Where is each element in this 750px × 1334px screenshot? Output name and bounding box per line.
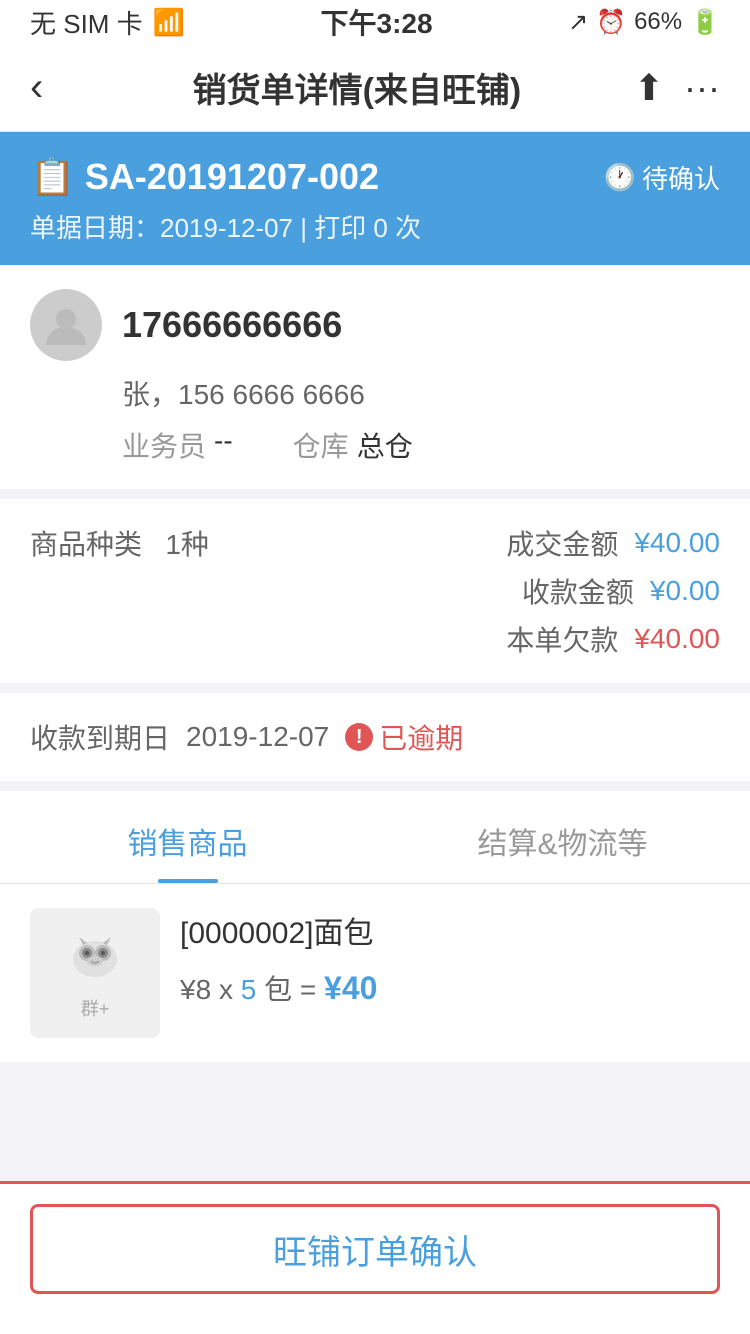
due-date-section: 收款到期日 2019-12-07 ! 已逾期 bbox=[0, 693, 750, 781]
tab-sales[interactable]: 销售商品 bbox=[0, 791, 375, 883]
order-banner: 📋 SA-20191207-002 🕐 待确认 单据日期：2019-12-07 … bbox=[0, 132, 750, 265]
status-left: 无 SIM 卡 📶 bbox=[30, 4, 185, 41]
product-type-value: 1种 bbox=[165, 529, 209, 560]
due-date-label: 收款到期日 bbox=[30, 717, 170, 757]
salesperson-label: 业务员 bbox=[122, 425, 206, 465]
order-icon: 📋 bbox=[30, 156, 75, 198]
page-title: 销货单详情(来自旺铺) bbox=[80, 63, 634, 112]
alarm-icon: ⏰ bbox=[596, 8, 626, 37]
status-time: 下午3:28 bbox=[321, 2, 433, 42]
transaction-label: 成交金额 bbox=[506, 523, 618, 563]
brand-logo bbox=[65, 925, 125, 993]
product-thumbnail: 群+ bbox=[30, 908, 160, 1038]
nav-bar: ‹ 销货单详情(来自旺铺) ⬆ ··· bbox=[0, 44, 750, 132]
brand-text: 群+ bbox=[81, 995, 110, 1021]
product-price: ¥8 x 5 包 = ¥40 bbox=[180, 968, 720, 1008]
balance-label: 本单欠款 bbox=[506, 619, 618, 659]
tab-settlement[interactable]: 结算&物流等 bbox=[375, 791, 750, 883]
received-label: 收款金额 bbox=[522, 571, 634, 611]
sim-text: 无 SIM 卡 bbox=[30, 4, 143, 41]
balance-value: ¥40.00 bbox=[634, 623, 720, 655]
bottom-bar: 旺铺订单确认 bbox=[0, 1181, 750, 1334]
transaction-value: ¥40.00 bbox=[634, 527, 720, 559]
status-bar: 无 SIM 卡 📶 下午3:28 ↗ ⏰ 66% 🔋 bbox=[0, 0, 750, 44]
multiply-sign: x bbox=[219, 974, 241, 1005]
product-list: 群+ [0000002]面包 ¥8 x 5 包 = ¥40 bbox=[0, 884, 750, 1062]
battery-text: 66% bbox=[634, 8, 682, 36]
share-icon[interactable]: ⬆ bbox=[634, 67, 664, 109]
location-icon: ↗ bbox=[568, 8, 588, 37]
wifi-icon: 📶 bbox=[153, 7, 185, 38]
customer-meta: 业务员 -- 仓库 总仓 bbox=[30, 425, 720, 465]
warehouse-value: 总仓 bbox=[357, 425, 413, 465]
summary-section: 商品种类 1种 成交金额 ¥40.00 收款金额 ¥0.00 本单欠款 ¥40.… bbox=[0, 499, 750, 683]
overdue-text: 已逾期 bbox=[379, 717, 463, 757]
salesperson-value: -- bbox=[214, 425, 233, 465]
avatar bbox=[30, 289, 102, 361]
nav-actions: ⬆ ··· bbox=[634, 67, 720, 109]
order-status: 🕐 待确认 bbox=[604, 159, 720, 196]
unit: 包 bbox=[264, 974, 292, 1005]
product-type-label: 商品种类 bbox=[30, 529, 142, 560]
customer-name: 张，156 6666 6666 bbox=[30, 373, 720, 413]
clock-icon: 🕐 bbox=[604, 162, 636, 193]
warn-icon: ! bbox=[345, 723, 373, 751]
tabs-row: 销售商品 结算&物流等 bbox=[0, 791, 750, 884]
product-type-row: 商品种类 1种 bbox=[30, 523, 209, 563]
product-item: 群+ [0000002]面包 ¥8 x 5 包 = ¥40 bbox=[30, 908, 720, 1038]
confirm-button[interactable]: 旺铺订单确认 bbox=[30, 1204, 720, 1294]
due-date-value: 2019-12-07 bbox=[186, 721, 329, 753]
unit-price: ¥8 bbox=[180, 974, 211, 1005]
total-price: ¥40 bbox=[324, 970, 377, 1006]
equals-sign: = bbox=[300, 974, 324, 1005]
quantity: 5 bbox=[241, 974, 257, 1005]
product-name: [0000002]面包 bbox=[180, 908, 720, 952]
order-id: 📋 SA-20191207-002 bbox=[30, 156, 379, 198]
back-button[interactable]: ‹ bbox=[30, 65, 80, 110]
received-value: ¥0.00 bbox=[650, 575, 720, 607]
more-icon[interactable]: ··· bbox=[684, 67, 720, 109]
customer-section: 17666666666 张，156 6666 6666 业务员 -- 仓库 总仓 bbox=[0, 265, 750, 489]
tabs-section: 销售商品 结算&物流等 bbox=[0, 791, 750, 1062]
overdue-badge: ! 已逾期 bbox=[345, 717, 463, 757]
product-details: [0000002]面包 ¥8 x 5 包 = ¥40 bbox=[180, 908, 720, 1008]
battery-icon: 🔋 bbox=[690, 8, 720, 37]
warehouse-label: 仓库 bbox=[293, 425, 349, 465]
customer-phone: 17666666666 bbox=[122, 304, 342, 346]
amount-summary: 成交金额 ¥40.00 收款金额 ¥0.00 本单欠款 ¥40.00 bbox=[506, 523, 720, 659]
status-right: ↗ ⏰ 66% 🔋 bbox=[568, 8, 720, 37]
order-date: 单据日期：2019-12-07 | 打印 0 次 bbox=[30, 208, 720, 245]
